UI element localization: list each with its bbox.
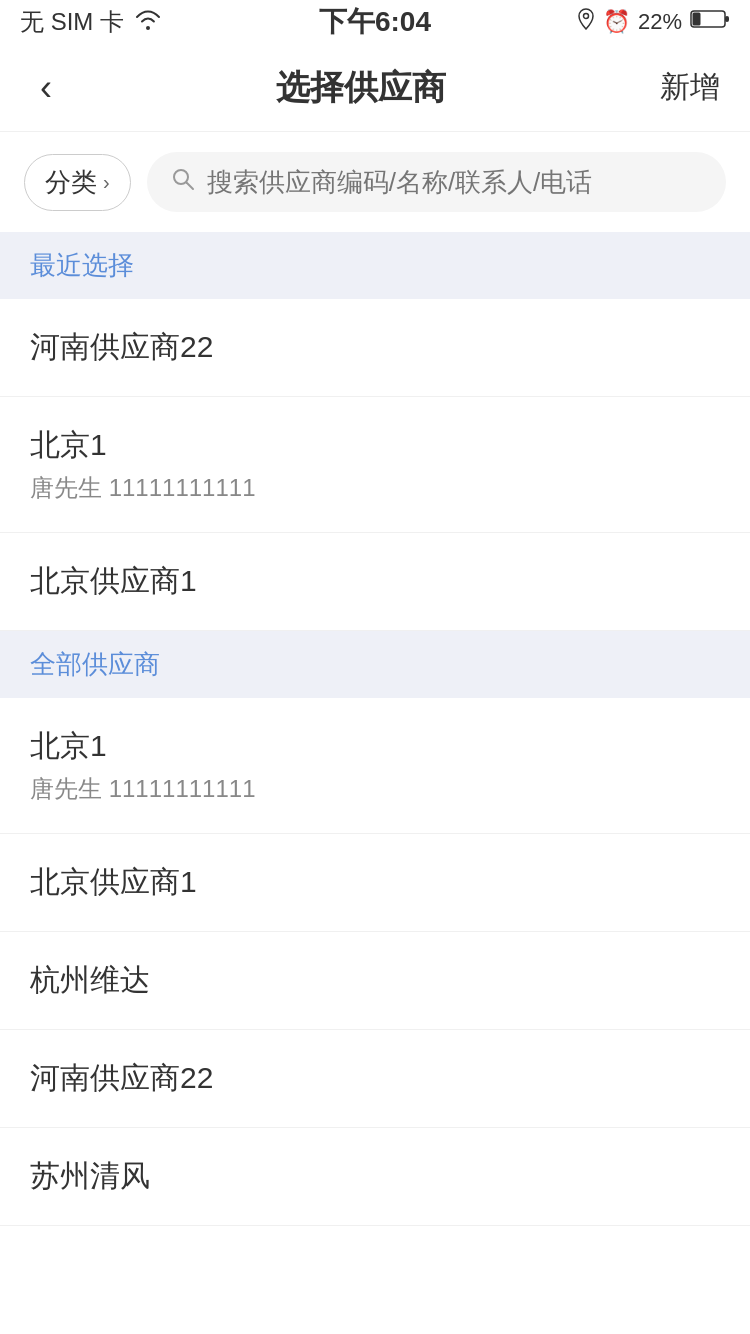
svg-line-5 [186,183,193,190]
recent-item-2[interactable]: 北京供应商1 [0,533,750,631]
category-button[interactable]: 分类 › [24,154,131,211]
recent-item-0[interactable]: 河南供应商22 [0,299,750,397]
alarm-icon: ⏰ [603,9,630,35]
back-button[interactable]: ‹ [30,57,62,119]
item-name: 河南供应商22 [30,1058,720,1099]
all-item-3[interactable]: 河南供应商22 [0,1030,750,1128]
battery-icon [690,8,730,36]
battery-text: 22% [638,9,682,35]
all-list: 北京1 唐先生 11111111111 北京供应商1 杭州维达 河南供应商22 … [0,698,750,1226]
item-name: 苏州清风 [30,1156,720,1197]
item-name: 北京供应商1 [30,561,720,602]
all-item-1[interactable]: 北京供应商1 [0,834,750,932]
status-time: 下午6:04 [319,3,431,41]
item-name: 北京1 [30,726,720,767]
carrier-text: 无 SIM 卡 [20,6,124,38]
svg-rect-2 [725,16,729,22]
svg-rect-3 [693,13,701,26]
item-name: 杭州维达 [30,960,720,1001]
all-section-header: 全部供应商 [0,631,750,698]
chevron-right-icon: › [103,171,110,194]
status-bar: 无 SIM 卡 下午6:04 ⏰ 22% [0,0,750,44]
recent-list: 河南供应商22 北京1 唐先生 11111111111 北京供应商1 [0,299,750,631]
item-name: 北京1 [30,425,720,466]
item-name: 河南供应商22 [30,327,720,368]
status-left: 无 SIM 卡 [20,6,162,38]
recent-section-label: 最近选择 [30,250,134,280]
filter-bar: 分类 › [0,132,750,232]
location-icon [577,8,595,36]
nav-title: 选择供应商 [276,65,446,111]
all-section-label: 全部供应商 [30,649,160,679]
all-item-2[interactable]: 杭州维达 [0,932,750,1030]
new-button[interactable]: 新增 [660,67,720,108]
item-sub: 唐先生 11111111111 [30,773,720,805]
search-icon [171,166,195,198]
category-label: 分类 [45,165,97,200]
all-item-0[interactable]: 北京1 唐先生 11111111111 [0,698,750,834]
wifi-icon [134,8,162,36]
search-input[interactable] [207,167,702,198]
search-box [147,152,726,212]
item-name: 北京供应商1 [30,862,720,903]
all-item-4[interactable]: 苏州清风 [0,1128,750,1226]
recent-section-header: 最近选择 [0,232,750,299]
svg-point-0 [583,14,588,19]
recent-item-1[interactable]: 北京1 唐先生 11111111111 [0,397,750,533]
nav-bar: ‹ 选择供应商 新增 [0,44,750,132]
item-sub: 唐先生 11111111111 [30,472,720,504]
status-right: ⏰ 22% [577,8,730,36]
